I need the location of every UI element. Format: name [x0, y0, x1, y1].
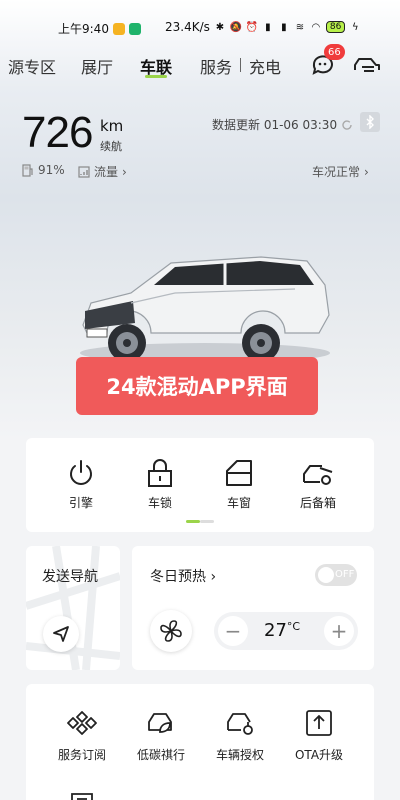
window-label: 车窗 — [226, 496, 251, 510]
engine-button[interactable]: 引擎 — [46, 458, 116, 511]
engine-label: 引擎 — [68, 496, 93, 510]
battery-indicator: 86 — [325, 21, 346, 33]
toggle-state-text: OFF — [335, 569, 355, 580]
range-display: 726 — [22, 108, 93, 158]
temperature-display: 27°C — [264, 620, 300, 641]
page-dot — [200, 520, 214, 523]
chevron-right-icon: › — [210, 569, 217, 585]
tab-divider — [240, 58, 241, 72]
more-service-icon[interactable] — [68, 790, 96, 800]
data-usage-label: 流量 — [94, 165, 119, 179]
vehicle-condition-label: 车况正常 — [312, 165, 361, 179]
upload-icon — [306, 710, 332, 736]
trunk-icon — [303, 465, 333, 485]
bluetooth-icon — [366, 115, 374, 129]
lock-icon — [148, 459, 172, 487]
vehicle-authorization-label: 车辆授权 — [215, 748, 264, 762]
low-carbon-label: 低碳祺行 — [136, 748, 185, 762]
subscription-icon — [67, 711, 97, 735]
network-speed: 23.4K/s — [165, 20, 210, 34]
message-count-badge: 66 — [324, 44, 345, 60]
trunk-label: 后备箱 — [299, 496, 336, 510]
lock-button[interactable]: 车锁 — [125, 458, 195, 511]
signal-icon: ▮ — [265, 21, 271, 33]
map-background — [26, 546, 120, 670]
fuel-icon — [22, 163, 33, 177]
temperature-increase-button[interactable]: + — [324, 616, 354, 646]
temperature-value: 27 — [264, 620, 287, 641]
promo-banner: 24款混动APP界面 — [76, 357, 318, 415]
active-tab-indicator — [145, 75, 167, 78]
chevron-right-icon: › — [364, 164, 369, 179]
trunk-button[interactable]: 后备箱 — [283, 458, 353, 511]
vehicle-image — [80, 256, 330, 363]
data-update-text: 数据更新 01-06 03:30 — [212, 118, 338, 132]
data-usage-icon — [78, 165, 90, 178]
data-usage-link[interactable]: 流量 › — [78, 163, 127, 180]
hotspot-icon: ◠ — [311, 21, 321, 33]
navigation-arrow-icon — [53, 626, 69, 642]
navigation-button[interactable] — [43, 616, 79, 652]
service-subscription-label: 服务订阅 — [57, 748, 106, 762]
preheat-toggle[interactable]: OFF — [315, 564, 357, 586]
status-time: 上午9:40 — [58, 22, 109, 36]
document-icon — [71, 793, 93, 800]
tab-zone[interactable]: 源专区 — [8, 54, 56, 78]
lock-label: 车锁 — [147, 496, 172, 510]
winter-preheat-card: 冬日预热 › OFF − 27°C + — [132, 546, 374, 670]
my-car-button[interactable] — [352, 52, 382, 78]
data-update-row[interactable]: 数据更新 01-06 03:30 — [212, 116, 353, 133]
fuel-percent: 91% — [38, 163, 65, 177]
service-subscription-button[interactable]: 服务订阅 — [42, 708, 122, 763]
charging-icon: ϟ — [352, 21, 359, 33]
page-dot-active — [186, 520, 200, 523]
refresh-icon — [342, 119, 352, 130]
notification-app-icon — [112, 22, 125, 35]
send-navigation-card[interactable]: 发送导航 — [26, 546, 120, 670]
fan-icon — [160, 620, 182, 642]
winter-preheat-title: 冬日预热 — [150, 569, 206, 585]
temperature-decrease-button[interactable]: − — [218, 616, 248, 646]
tab-service[interactable]: 服务 — [200, 54, 232, 78]
vehicle-authorization-button[interactable]: 车辆授权 — [200, 708, 280, 763]
car-icon — [354, 58, 380, 72]
tab-showroom[interactable]: 展厅 — [81, 54, 113, 78]
power-icon — [70, 460, 92, 485]
temperature-unit: °C — [286, 620, 301, 633]
fuel-level: 91% — [22, 163, 65, 177]
ota-upgrade-label: OTA升级 — [294, 748, 344, 762]
bluetooth-icon: ✱ — [215, 21, 225, 33]
mute-icon: 🔕 — [229, 21, 243, 33]
toggle-knob — [318, 567, 334, 583]
status-bar: 上午9:40 23.4K/s ✱ 🔕 ⏰ ▮ ▮ ≋ ◠ 86 ϟ — [0, 0, 400, 40]
range-value: 726 — [22, 108, 93, 157]
winter-preheat-link[interactable]: 冬日预热 › — [150, 566, 216, 586]
window-button[interactable]: 车窗 — [204, 458, 274, 511]
page-indicator — [186, 520, 214, 523]
range-label: 续航 — [100, 140, 122, 153]
bluetooth-key-button[interactable] — [360, 112, 380, 132]
temperature-control: − 27°C + — [214, 612, 358, 650]
signal-icon: ▮ — [281, 21, 287, 33]
low-carbon-button[interactable]: 低碳祺行 — [121, 708, 201, 763]
car-key-icon — [227, 713, 253, 735]
range-unit: km — [100, 117, 124, 135]
ota-upgrade-button[interactable]: OTA升级 — [279, 708, 359, 763]
leaf-car-icon — [148, 713, 172, 733]
vehicle-condition-link[interactable]: 车况正常 › — [312, 163, 369, 180]
alarm-icon: ⏰ — [245, 21, 259, 33]
tab-charge[interactable]: 充电 — [249, 54, 281, 78]
fan-button[interactable] — [150, 610, 192, 652]
wifi-icon: ≋ — [295, 21, 305, 33]
car-window-icon — [226, 460, 252, 486]
status-left: 上午9:40 — [58, 20, 141, 37]
remote-control-card: 引擎 车锁 车窗 后备箱 — [26, 438, 374, 532]
status-right: 23.4K/s ✱ 🔕 ⏰ ▮ ▮ ≋ ◠ 86 ϟ — [165, 20, 361, 34]
services-card: 服务订阅 低碳祺行 车辆授权 OTA升级 — [26, 684, 374, 800]
notification-app-icon — [128, 22, 141, 35]
send-navigation-title: 发送导航 — [42, 569, 98, 585]
chevron-right-icon: › — [122, 164, 127, 179]
